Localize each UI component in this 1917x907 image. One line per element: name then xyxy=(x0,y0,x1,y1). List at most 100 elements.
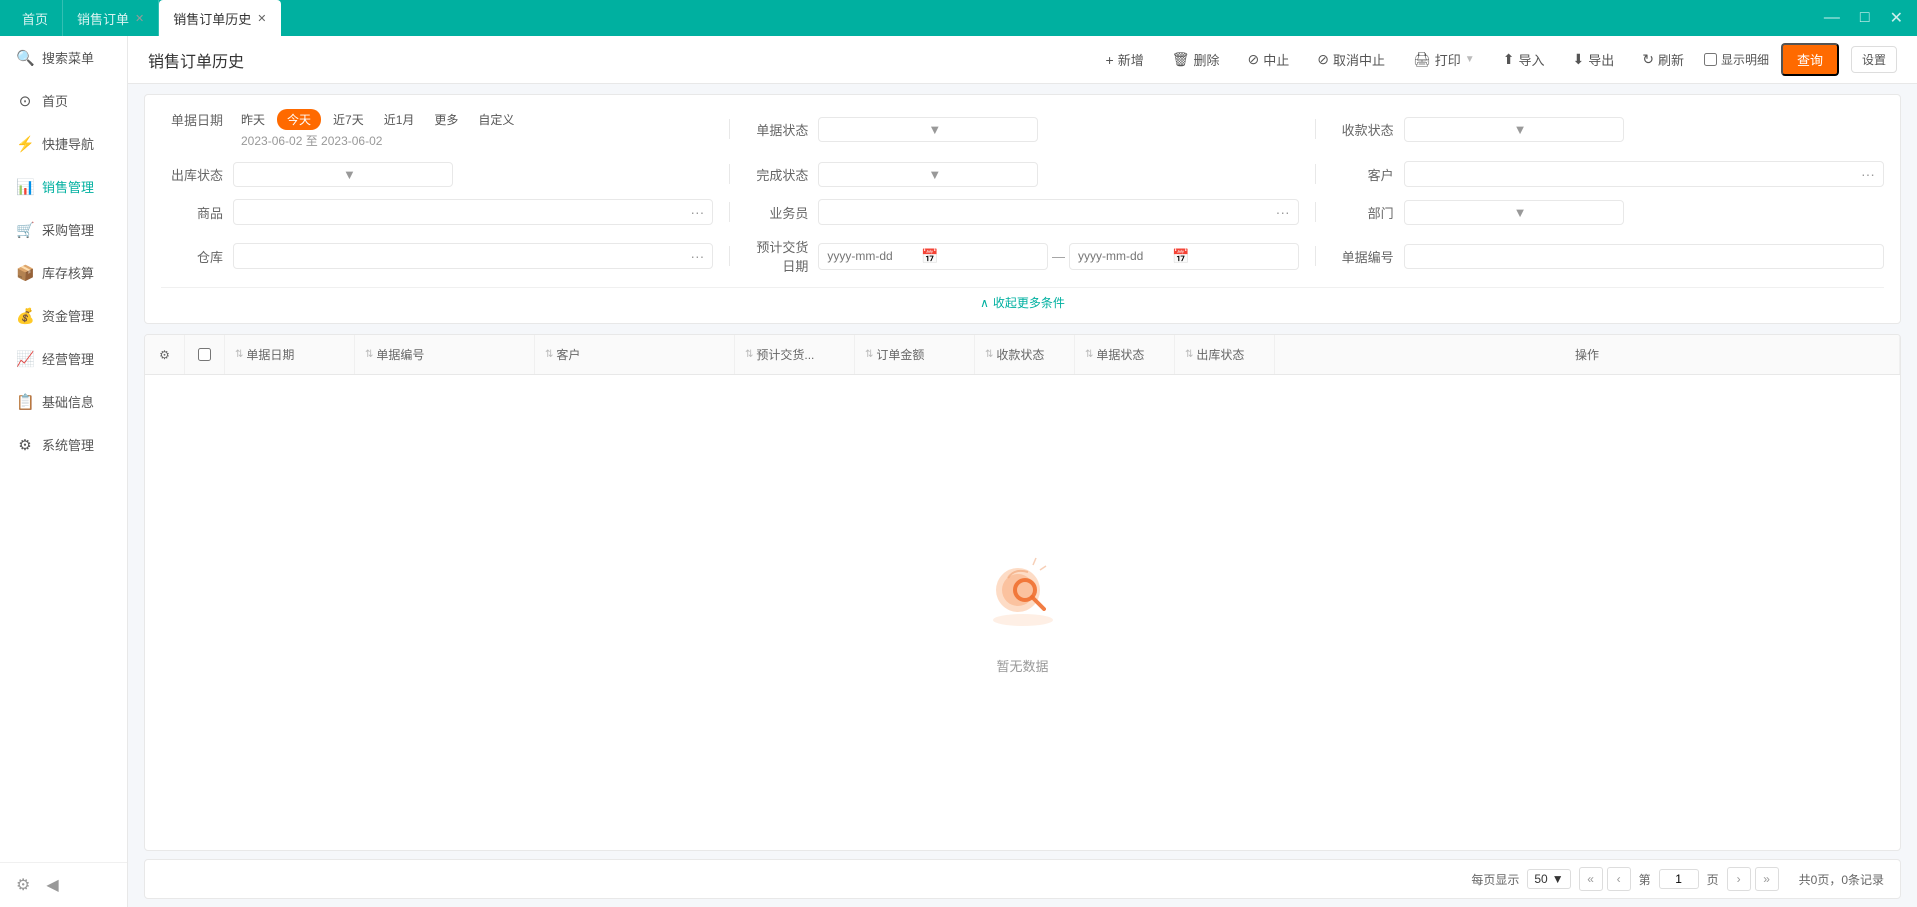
salesman-more-icon[interactable]: ··· xyxy=(1276,204,1290,220)
tab-sales-order-label: 销售订单 xyxy=(77,9,129,28)
sidebar-item-inventory[interactable]: 📦 库存核算 xyxy=(0,251,127,294)
tab-sales-order-close[interactable]: ✕ xyxy=(135,12,144,25)
table-header: ⚙ ⇅ 单据日期 ⇅ 单据编号 ⇅ 客户 ⇅ xyxy=(145,335,1900,375)
sidebar-item-home[interactable]: ⊙ 首页 xyxy=(0,79,127,122)
import-button[interactable]: ⬆ 导入 xyxy=(1495,46,1553,73)
prev-page-button[interactable]: ‹ xyxy=(1607,867,1631,891)
collapse-button[interactable]: ∧ 收起更多条件 xyxy=(980,294,1065,311)
th-date[interactable]: ⇅ 单据日期 xyxy=(225,335,355,374)
th-customer[interactable]: ⇅ 客户 xyxy=(535,335,735,374)
export-button[interactable]: ⬇ 导出 xyxy=(1564,46,1622,73)
out-status-dropdown[interactable]: ▼ xyxy=(233,162,453,187)
basic-info-icon: 📋 xyxy=(16,393,34,411)
delivery-date-to-input[interactable] xyxy=(1078,249,1168,263)
cancel-stop-button[interactable]: ⊘ 取消中止 xyxy=(1309,46,1393,73)
date-range-value: 2023-06-02 至 2023-06-02 xyxy=(241,132,382,149)
divider-2 xyxy=(1315,119,1316,139)
date-btn-today[interactable]: 今天 xyxy=(277,109,321,130)
order-no-input-wrap xyxy=(1404,244,1884,269)
sidebar-collapse-icon[interactable]: ◀ xyxy=(46,875,58,895)
th-payment-label: 收款状态 xyxy=(996,346,1044,363)
tab-sales-order[interactable]: 销售订单 ✕ xyxy=(63,0,159,36)
salesman-input[interactable] xyxy=(827,205,1275,220)
sidebar-item-purchase-label: 采购管理 xyxy=(42,220,94,239)
query-button[interactable]: 查询 xyxy=(1781,43,1839,76)
date-btn-last1m[interactable]: 近1月 xyxy=(376,109,423,130)
new-button[interactable]: + 新增 xyxy=(1098,46,1152,73)
th-order[interactable]: ⇅ 单据编号 xyxy=(355,335,535,374)
th-out-status[interactable]: ⇅ 出库状态 xyxy=(1175,335,1275,374)
product-cell: 商品 ··· xyxy=(161,199,713,225)
date-btn-yesterday[interactable]: 昨天 xyxy=(233,109,273,130)
order-status-label: 单据状态 xyxy=(746,120,818,139)
last-page-button[interactable]: » xyxy=(1755,867,1779,891)
delete-button[interactable]: 🗑 删除 xyxy=(1164,46,1228,73)
page-number-input[interactable] xyxy=(1659,869,1699,889)
sidebar-item-finance[interactable]: 💰 资金管理 xyxy=(0,294,127,337)
tab-sales-history[interactable]: 销售订单历史 ✕ xyxy=(159,0,281,36)
collapse-label: 收起更多条件 xyxy=(993,294,1065,311)
product-more-icon[interactable]: ··· xyxy=(690,204,704,220)
print-button[interactable]: 🖨 打印 ▼ xyxy=(1405,46,1483,73)
th-status-sort-icon: ⇅ xyxy=(1085,349,1093,360)
sidebar-item-basic-info-label: 基础信息 xyxy=(42,392,94,411)
warehouse-more-icon[interactable]: ··· xyxy=(690,248,704,264)
page-size-select[interactable]: 50 ▼ xyxy=(1527,869,1570,889)
th-action-label: 操作 xyxy=(1575,346,1599,363)
show-detail-input[interactable] xyxy=(1704,53,1717,66)
order-no-input[interactable] xyxy=(1413,249,1875,264)
delivery-date-from-input[interactable] xyxy=(827,249,917,263)
new-icon: + xyxy=(1106,52,1114,68)
product-input[interactable] xyxy=(242,205,690,220)
collapse-icon: ∧ xyxy=(980,296,989,310)
salesman-cell: 业务员 ··· xyxy=(746,199,1298,225)
customer-more-icon[interactable]: ··· xyxy=(1861,166,1875,182)
th-settings-icon: ⚙ xyxy=(159,348,170,362)
customer-input[interactable] xyxy=(1413,167,1861,182)
th-payment-sort-icon: ⇅ xyxy=(985,349,993,360)
minimize-button[interactable]: — xyxy=(1818,7,1846,29)
date-btn-last7[interactable]: 近7天 xyxy=(325,109,372,130)
th-checkbox[interactable] xyxy=(185,335,225,374)
th-amount[interactable]: ⇅ 订单金额 xyxy=(855,335,975,374)
sidebar-search[interactable]: 🔍 搜索菜单 xyxy=(0,36,127,79)
payment-status-dropdown[interactable]: ▼ xyxy=(1404,117,1624,142)
date-btn-custom[interactable]: 自定义 xyxy=(470,109,522,130)
sidebar-item-system-label: 系统管理 xyxy=(42,435,94,454)
tab-sales-history-close[interactable]: ✕ xyxy=(257,12,266,25)
tab-list: 首页 销售订单 ✕ 销售订单历史 ✕ xyxy=(8,0,1818,36)
sidebar-item-basic-info[interactable]: 📋 基础信息 xyxy=(0,380,127,423)
sidebar-item-system[interactable]: ⚙ 系统管理 xyxy=(0,423,127,466)
first-page-button[interactable]: « xyxy=(1579,867,1603,891)
sidebar-item-sales[interactable]: 📊 销售管理 xyxy=(0,165,127,208)
refresh-button[interactable]: ↻ 刷新 xyxy=(1634,46,1692,73)
next-page-button[interactable]: › xyxy=(1727,867,1751,891)
sidebar-item-quick-nav[interactable]: ⚡ 快捷导航 xyxy=(0,122,127,165)
sidebar-item-operations[interactable]: 📈 经营管理 xyxy=(0,337,127,380)
date-btn-more[interactable]: 更多 xyxy=(426,109,466,130)
delivery-date-to-calendar-icon[interactable]: 📅 xyxy=(1172,248,1189,265)
sidebar-item-purchase[interactable]: 🛒 采购管理 xyxy=(0,208,127,251)
show-detail-checkbox[interactable]: 显示明细 xyxy=(1704,51,1769,68)
tab-home[interactable]: 首页 xyxy=(8,0,63,36)
stop-button[interactable]: ⊘ 中止 xyxy=(1240,46,1298,73)
th-delivery-label: 预计交货... xyxy=(756,346,814,363)
th-delivery[interactable]: ⇅ 预计交货... xyxy=(735,335,855,374)
select-all-checkbox[interactable] xyxy=(198,348,211,361)
warehouse-input[interactable] xyxy=(242,249,690,264)
settings-button[interactable]: 设置 xyxy=(1851,46,1897,73)
th-settings[interactable]: ⚙ xyxy=(145,335,185,374)
maximize-button[interactable]: □ xyxy=(1854,7,1876,29)
delivery-date-from-calendar-icon[interactable]: 📅 xyxy=(921,248,938,265)
th-status[interactable]: ⇅ 单据状态 xyxy=(1075,335,1175,374)
inventory-icon: 📦 xyxy=(16,264,34,282)
collapse-row: ∧ 收起更多条件 xyxy=(161,287,1884,315)
close-button[interactable]: ✕ xyxy=(1884,6,1909,30)
export-icon: ⬇ xyxy=(1572,51,1584,68)
search-icon: 🔍 xyxy=(16,49,34,67)
complete-status-dropdown[interactable]: ▼ xyxy=(818,162,1038,187)
sidebar-settings-icon[interactable]: ⚙ xyxy=(16,875,30,895)
department-dropdown[interactable]: ▼ xyxy=(1404,200,1624,225)
order-status-dropdown[interactable]: ▼ xyxy=(818,117,1038,142)
th-payment[interactable]: ⇅ 收款状态 xyxy=(975,335,1075,374)
